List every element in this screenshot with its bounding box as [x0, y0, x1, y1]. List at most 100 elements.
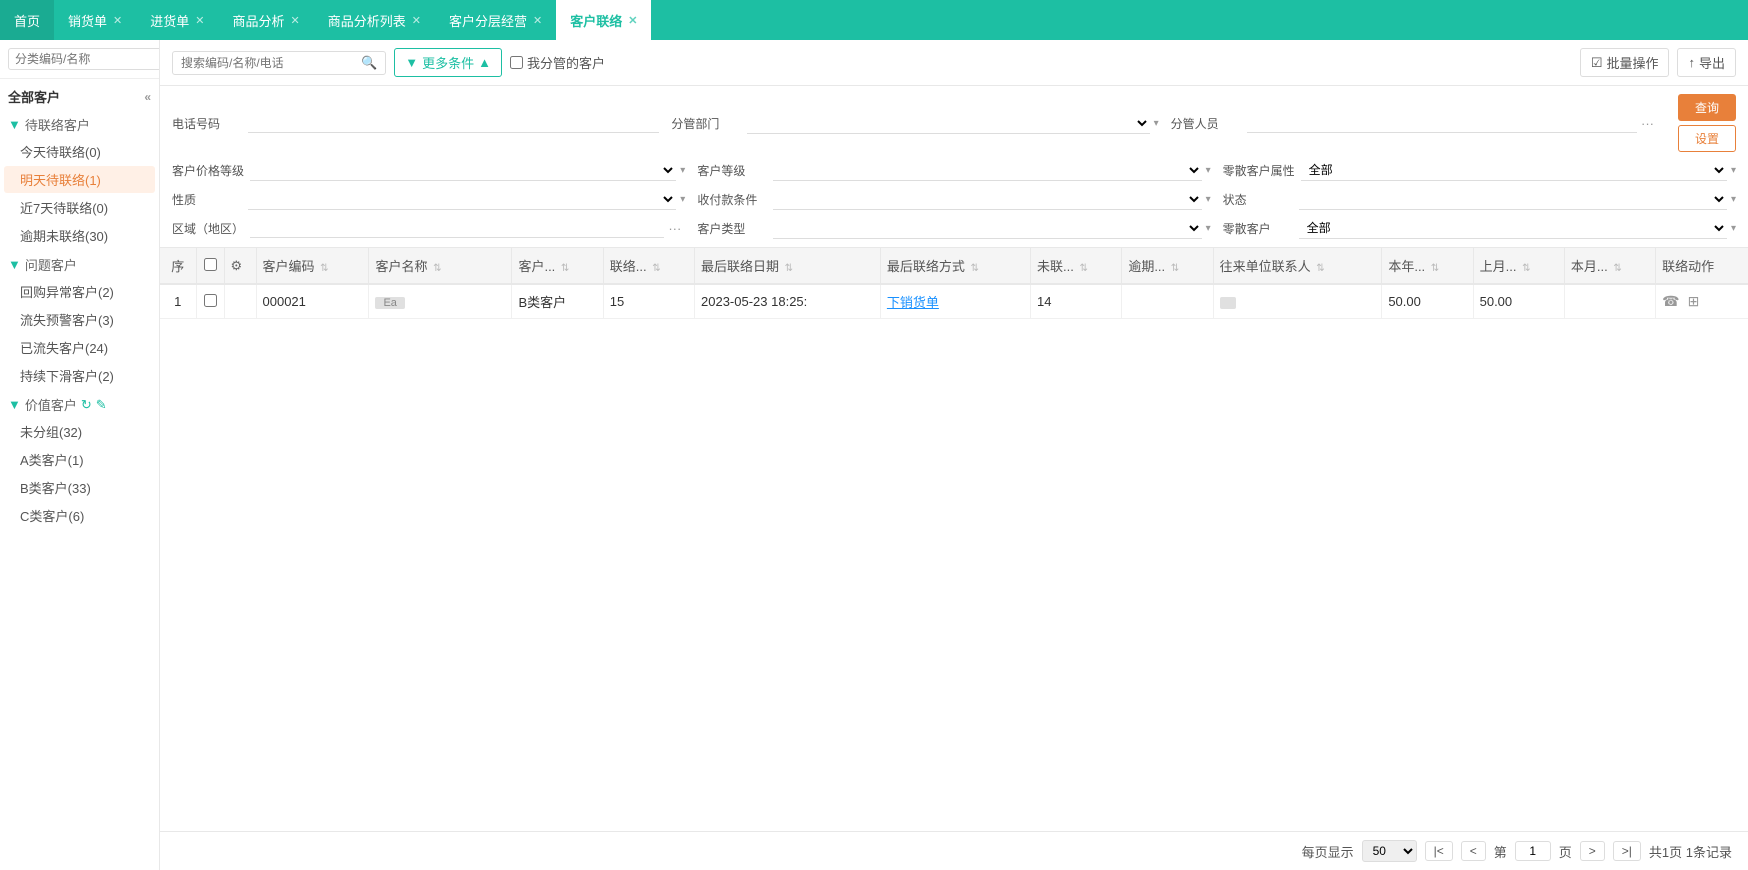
filter-dept-label: 分管部门: [671, 115, 741, 132]
th-contact-count[interactable]: 联络... ⇅: [603, 248, 694, 284]
sidebar-item-7days[interactable]: 近7天待联络(0): [4, 194, 155, 221]
region-ellipsis-btn[interactable]: ···: [664, 221, 685, 236]
name-masked: Ea: [375, 297, 404, 309]
retail-customer-dropdown-icon: ▾: [1731, 223, 1736, 234]
cell-this-year: 50.00: [1382, 284, 1473, 319]
cell-this-month: [1564, 284, 1655, 319]
filter-retail-attr-select[interactable]: 全部: [1301, 160, 1727, 181]
nav-goods-analysis[interactable]: 商品分析 ✕: [218, 0, 313, 40]
last-contact-link[interactable]: 下销货单: [887, 295, 939, 310]
th-name[interactable]: 客户名称 ⇅: [369, 248, 512, 284]
sidebar-item-class-c[interactable]: C类客户(6): [4, 502, 155, 529]
sidebar-item-lost-risk[interactable]: 流失预警客户(3): [4, 306, 155, 333]
filter-customer-type-select[interactable]: [773, 218, 1201, 239]
filter-payment-select[interactable]: [773, 189, 1201, 210]
th-type[interactable]: 客户... ⇅: [512, 248, 603, 284]
more-conditions-btn[interactable]: ▼ 更多条件 ▲: [394, 48, 502, 77]
search-input[interactable]: [181, 56, 361, 70]
nav-purchase-close[interactable]: ✕: [195, 14, 204, 27]
select-all-checkbox[interactable]: [204, 258, 217, 271]
nav-goods-analysis-close[interactable]: ✕: [291, 14, 300, 27]
th-not-contacted[interactable]: 未联... ⇅: [1031, 248, 1122, 284]
page-next-btn[interactable]: >: [1580, 841, 1605, 861]
settings-icon[interactable]: ⚙: [231, 258, 243, 273]
nav-customer-tier-label: 客户分层经营: [449, 11, 527, 30]
sort-code-icon: ⇅: [320, 263, 328, 274]
my-customers-checkbox[interactable]: [510, 56, 523, 69]
my-customers-checkbox-label[interactable]: 我分管的客户: [510, 53, 605, 72]
filter-row-2: 客户价格等级 ▾ 客户等级 ▾ 零散客户属性 全部 ▾: [172, 160, 1736, 181]
person-ellipsis-btn[interactable]: ···: [1637, 116, 1658, 131]
page-prev-btn[interactable]: <: [1461, 841, 1486, 861]
filter-dept-select[interactable]: [747, 113, 1149, 134]
filter-nature-select[interactable]: [248, 189, 676, 210]
filter-region-input[interactable]: [250, 219, 664, 238]
search-icon[interactable]: 🔍: [361, 55, 377, 71]
sort-last-date-icon: ⇅: [785, 263, 793, 274]
filter-person-input[interactable]: [1247, 114, 1637, 133]
th-overdue[interactable]: 逾期... ⇅: [1122, 248, 1213, 284]
page-first-btn[interactable]: |<: [1425, 841, 1453, 861]
value-refresh-icon[interactable]: ↻: [81, 397, 92, 413]
action-more-icon[interactable]: ⊞: [1688, 293, 1700, 310]
export-btn[interactable]: ↑ 导出: [1677, 48, 1736, 77]
group-title-pending: 待联络客户: [25, 115, 90, 134]
th-last-contact-date[interactable]: 最后联络日期 ⇅: [695, 248, 881, 284]
sidebar-collapse-icon[interactable]: «: [144, 90, 151, 104]
filter-phone-input[interactable]: [248, 114, 659, 133]
sidebar-item-continuous-decline[interactable]: 持续下滑客户(2): [4, 362, 155, 389]
nav-sales-close[interactable]: ✕: [113, 14, 122, 27]
th-unit-contact[interactable]: 往来单位联系人 ⇅: [1213, 248, 1382, 284]
action-contact-icon[interactable]: ☎: [1662, 293, 1679, 310]
sidebar-item-today[interactable]: 今天待联络(0): [4, 138, 155, 165]
th-last-contact-method[interactable]: 最后联络方式 ⇅: [880, 248, 1030, 284]
row-checkbox[interactable]: [204, 294, 217, 307]
nav-customer-tier[interactable]: 客户分层经营 ✕: [435, 0, 556, 40]
sidebar-item-overdue[interactable]: 逾期未联络(30): [4, 222, 155, 249]
nav-sales[interactable]: 销货单 ✕: [54, 0, 136, 40]
group-title-problem: 问题客户: [25, 255, 77, 274]
nav-home[interactable]: 首页: [0, 0, 54, 40]
cell-not-contacted: 14: [1031, 284, 1122, 319]
filter-field-person: 分管人员 ···: [1171, 114, 1658, 133]
th-this-year[interactable]: 本年... ⇅: [1382, 248, 1473, 284]
th-this-month[interactable]: 本月... ⇅: [1564, 248, 1655, 284]
cell-type: B类客户: [512, 284, 603, 319]
filter-price-level-select[interactable]: [250, 160, 676, 181]
filter-retail-customer-select[interactable]: 全部: [1299, 218, 1727, 239]
sort-name-icon: ⇅: [433, 263, 441, 274]
filter-field-retail-customer: 零散客户 全部 ▾: [1223, 218, 1736, 239]
filter-customer-level-select[interactable]: [773, 160, 1201, 181]
sort-last-month-icon: ⇅: [1522, 263, 1530, 274]
batch-op-btn[interactable]: ☑ 批量操作: [1580, 48, 1670, 77]
nav-goods-analysis-label: 商品分析: [232, 11, 284, 30]
nav-customer-contact[interactable]: 客户联络 ✕: [556, 0, 651, 40]
nav-purchase[interactable]: 进货单 ✕: [136, 0, 218, 40]
filter-status-select[interactable]: [1299, 189, 1727, 210]
per-page-select[interactable]: 50 10 20 100: [1362, 840, 1417, 862]
value-edit-icon[interactable]: ✎: [96, 397, 107, 413]
nav-goods-analysis-list-close[interactable]: ✕: [412, 14, 421, 27]
sidebar-item-repurchase-anomaly[interactable]: 回购异常客户(2): [4, 278, 155, 305]
cell-no: 1: [160, 284, 196, 319]
price-level-dropdown-icon: ▾: [680, 165, 685, 176]
batch-op-checkbox-icon: ☑: [1591, 55, 1603, 71]
th-last-month[interactable]: 上月... ⇅: [1473, 248, 1564, 284]
nav-customer-contact-close[interactable]: ✕: [628, 14, 637, 27]
sidebar-item-tomorrow[interactable]: 明天待联络(1): [4, 166, 155, 193]
sidebar-item-ungrouped[interactable]: 未分组(32): [4, 418, 155, 445]
query-btn[interactable]: 查询: [1678, 94, 1736, 121]
settings-btn[interactable]: 设置: [1678, 125, 1736, 152]
more-conditions-label: 更多条件: [422, 53, 474, 72]
sidebar-item-class-a[interactable]: A类客户(1): [4, 446, 155, 473]
th-code[interactable]: 客户编码 ⇅: [256, 248, 369, 284]
sidebar-search-input[interactable]: [8, 48, 160, 70]
nav-goods-analysis-list[interactable]: 商品分析列表 ✕: [314, 0, 435, 40]
sidebar-item-lost[interactable]: 已流失客户(24): [4, 334, 155, 361]
sidebar-all-customers[interactable]: 全部客户 «: [0, 79, 159, 110]
page-last-btn[interactable]: >|: [1613, 841, 1641, 861]
nav-customer-tier-close[interactable]: ✕: [533, 14, 542, 27]
sidebar-item-class-b[interactable]: B类客户(33): [4, 474, 155, 501]
page-label: 第: [1494, 842, 1507, 861]
page-input[interactable]: [1515, 841, 1551, 861]
